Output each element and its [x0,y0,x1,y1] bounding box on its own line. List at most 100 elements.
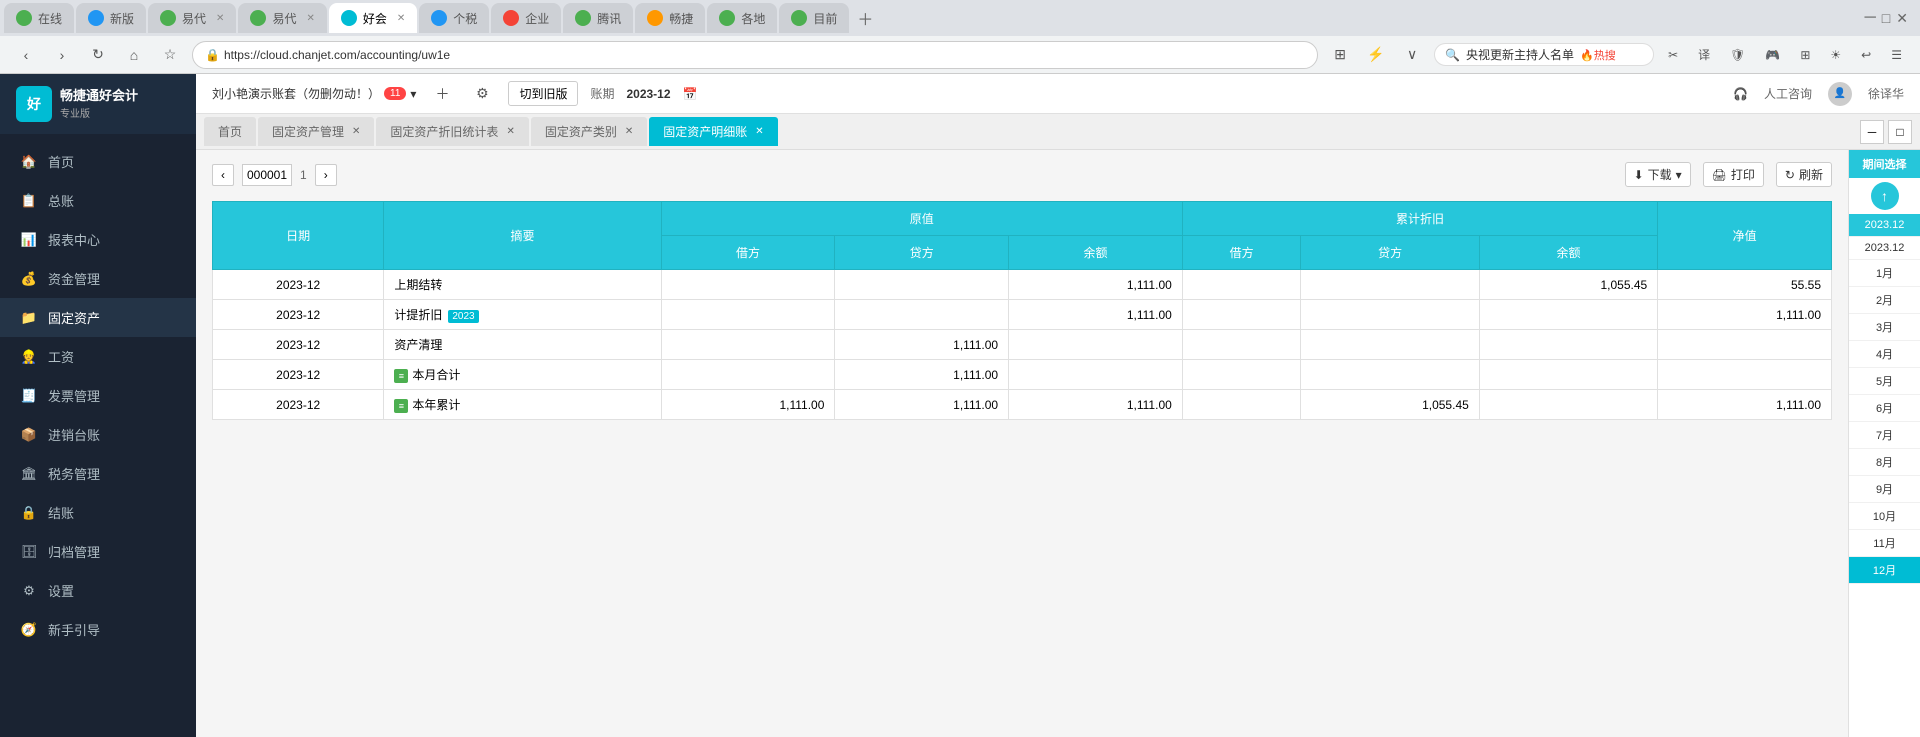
browser-tab-tengxun[interactable]: 腾讯 [563,3,633,33]
tab-home[interactable]: 首页 [204,117,256,146]
browser-tab-online[interactable]: 在线 [4,3,74,33]
sidebar-item-inventory[interactable]: 📦 进销台账 [0,415,196,454]
table-row[interactable]: 2023-12上期结转1,111.001,055.4555.55 [213,270,1832,300]
sidebar-item-tax[interactable]: 🏛 税务管理 [0,454,196,493]
tab-depreciation-stat[interactable]: 固定资产折旧统计表 ✕ [376,117,528,146]
sidebar-label-general-ledger: 总账 [48,191,74,210]
minimize-tab-btn[interactable]: ─ [1860,120,1884,144]
next-page-btn[interactable]: › [315,164,337,186]
page-number-input[interactable] [242,164,292,186]
cell-orig_credit-2: 1,111.00 [835,330,1009,360]
table-row[interactable]: 2023-12≡本月合计1,111.00 [213,360,1832,390]
topbar-settings-icon[interactable]: ⚙ [468,80,496,108]
sidebar-item-home[interactable]: 🏠 首页 [0,142,196,181]
sidebar-item-closing[interactable]: 🔒 结账 [0,493,196,532]
tab-label-depreciation-stat: 固定资产折旧统计表 [390,123,498,140]
cell-summary-1: 计提折旧2023 [384,300,661,330]
grid-btn[interactable]: ⊞ [1794,46,1816,64]
sidebar-item-cash[interactable]: 💰 资金管理 [0,259,196,298]
sidebar-item-invoice[interactable]: 🧾 发票管理 [0,376,196,415]
tab-close-yidai2[interactable]: ✕ [306,13,314,24]
translate-btn[interactable]: 译 [1692,44,1716,65]
print-btn[interactable]: 🖨 打印 [1703,162,1764,187]
table-row[interactable]: 2023-12≡本年累计1,111.001,111.001,111.001,05… [213,390,1832,420]
maximize-tab-btn[interactable]: □ [1888,120,1912,144]
table-row[interactable]: 2023-12资产清理1,111.00 [213,330,1832,360]
extensions-button[interactable]: ⊞ [1326,41,1354,69]
shield-btn[interactable]: 🛡 [1724,46,1751,64]
browser-restore[interactable]: □ [1882,10,1890,26]
period-month-8[interactable]: 8月 [1849,449,1920,476]
browser-tab-gedi[interactable]: 各地 [707,3,777,33]
period-month-1[interactable]: 1月 [1849,260,1920,287]
period-month-7[interactable]: 7月 [1849,422,1920,449]
history-btn[interactable]: ↩ [1855,46,1877,64]
bookmark-button[interactable]: ☆ [156,41,184,69]
sidebar-item-settings[interactable]: ⚙ 设置 [0,571,196,610]
download-btn[interactable]: ⬇ 下载 ▾ [1625,162,1691,187]
sidebar-item-reports[interactable]: 📊 报表中心 [0,220,196,259]
tab-close-yidai1[interactable]: ✕ [216,13,224,24]
cell-date-2: 2023-12 [213,330,384,360]
company-name: 刘小艳演示账套（勿删勿动！） [212,85,380,102]
address-bar-input[interactable]: 🔒 https://cloud.chanjet.com/accounting/u… [192,41,1318,69]
browser-tab-yidai2[interactable]: 易代 ✕ [238,3,326,33]
tab-close-haohui[interactable]: ✕ [397,13,405,24]
back-button[interactable]: ‹ [12,41,40,69]
game-btn[interactable]: 🎮 [1759,46,1786,64]
sidebar-item-archive[interactable]: 🗄 归档管理 [0,532,196,571]
sidebar-item-general-ledger[interactable]: 📋 总账 [0,181,196,220]
period-year-1[interactable]: 2023.12 [1849,214,1920,237]
period-month-9[interactable]: 9月 [1849,476,1920,503]
sidebar-item-fixed-assets[interactable]: 📁 固定资产 [0,298,196,337]
browser-tab-yidai1[interactable]: 易代 ✕ [148,3,236,33]
period-month-2[interactable]: 2月 [1849,287,1920,314]
browser-tab-changjie[interactable]: 畅捷 [635,3,705,33]
tab-close-asset-detail[interactable]: ✕ [755,126,763,137]
tab-icon-haohui [341,10,357,26]
browser-tab-muqian[interactable]: 目前 [779,3,849,33]
period-year-2[interactable]: 2023.12 [1849,237,1920,260]
period-month-12[interactable]: 12月 [1849,557,1920,584]
period-month-4[interactable]: 4月 [1849,341,1920,368]
scroll-up-icon[interactable]: ↑ [1871,182,1899,210]
topbar-add-btn[interactable]: ＋ [428,80,456,108]
company-selector[interactable]: 刘小艳演示账套（勿删勿动！） 11 ▾ [212,85,416,102]
tab-close-fixed-assets-mgmt[interactable]: ✕ [352,126,360,137]
boost-button[interactable]: ⚡ [1362,41,1390,69]
theme-btn[interactable]: ☀ [1824,46,1847,64]
prev-page-btn[interactable]: ‹ [212,164,234,186]
reload-button[interactable]: ↻ [84,41,112,69]
th-accum-credit: 贷方 [1301,236,1479,270]
cut-btn[interactable]: ✂ [1662,46,1684,64]
refresh-btn[interactable]: ↻ 刷新 [1776,162,1832,187]
period-month-10[interactable]: 10月 [1849,503,1920,530]
tab-close-depreciation-stat[interactable]: ✕ [506,126,514,137]
customer-service-label[interactable]: 人工咨询 [1764,85,1812,102]
sidebar-item-payroll[interactable]: 👷 工资 [0,337,196,376]
sidebar-item-guide[interactable]: 🧭 新手引导 [0,610,196,649]
tab-asset-category[interactable]: 固定资产类别 ✕ [531,117,647,146]
home-button[interactable]: ⌂ [120,41,148,69]
browser-minimize[interactable]: ─ [1864,9,1875,27]
browser-tab-haohui[interactable]: 好会 ✕ [329,3,417,33]
dropdown-button[interactable]: ∨ [1398,41,1426,69]
period-month-6[interactable]: 6月 [1849,395,1920,422]
new-tab-button[interactable]: ＋ [851,4,879,32]
menu-btn[interactable]: ☰ [1885,46,1908,64]
tab-fixed-assets-mgmt[interactable]: 固定资产管理 ✕ [258,117,374,146]
period-month-11[interactable]: 11月 [1849,530,1920,557]
switch-version-btn[interactable]: 切到旧版 [508,81,578,106]
cell-accum_debit-2 [1182,330,1301,360]
period-month-5[interactable]: 5月 [1849,368,1920,395]
forward-button[interactable]: › [48,41,76,69]
browser-tab-geshui[interactable]: 个税 [419,3,489,33]
tab-asset-detail[interactable]: 固定资产明细账 ✕ [649,117,777,146]
tab-close-asset-category[interactable]: ✕ [625,126,633,137]
calendar-icon[interactable]: 📅 [683,87,698,101]
table-row[interactable]: 2023-12计提折旧20231,111.001,111.00 [213,300,1832,330]
browser-tab-new[interactable]: 新版 [76,3,146,33]
browser-close[interactable]: ✕ [1896,10,1908,27]
browser-tab-qiye[interactable]: 企业 [491,3,561,33]
period-month-3[interactable]: 3月 [1849,314,1920,341]
